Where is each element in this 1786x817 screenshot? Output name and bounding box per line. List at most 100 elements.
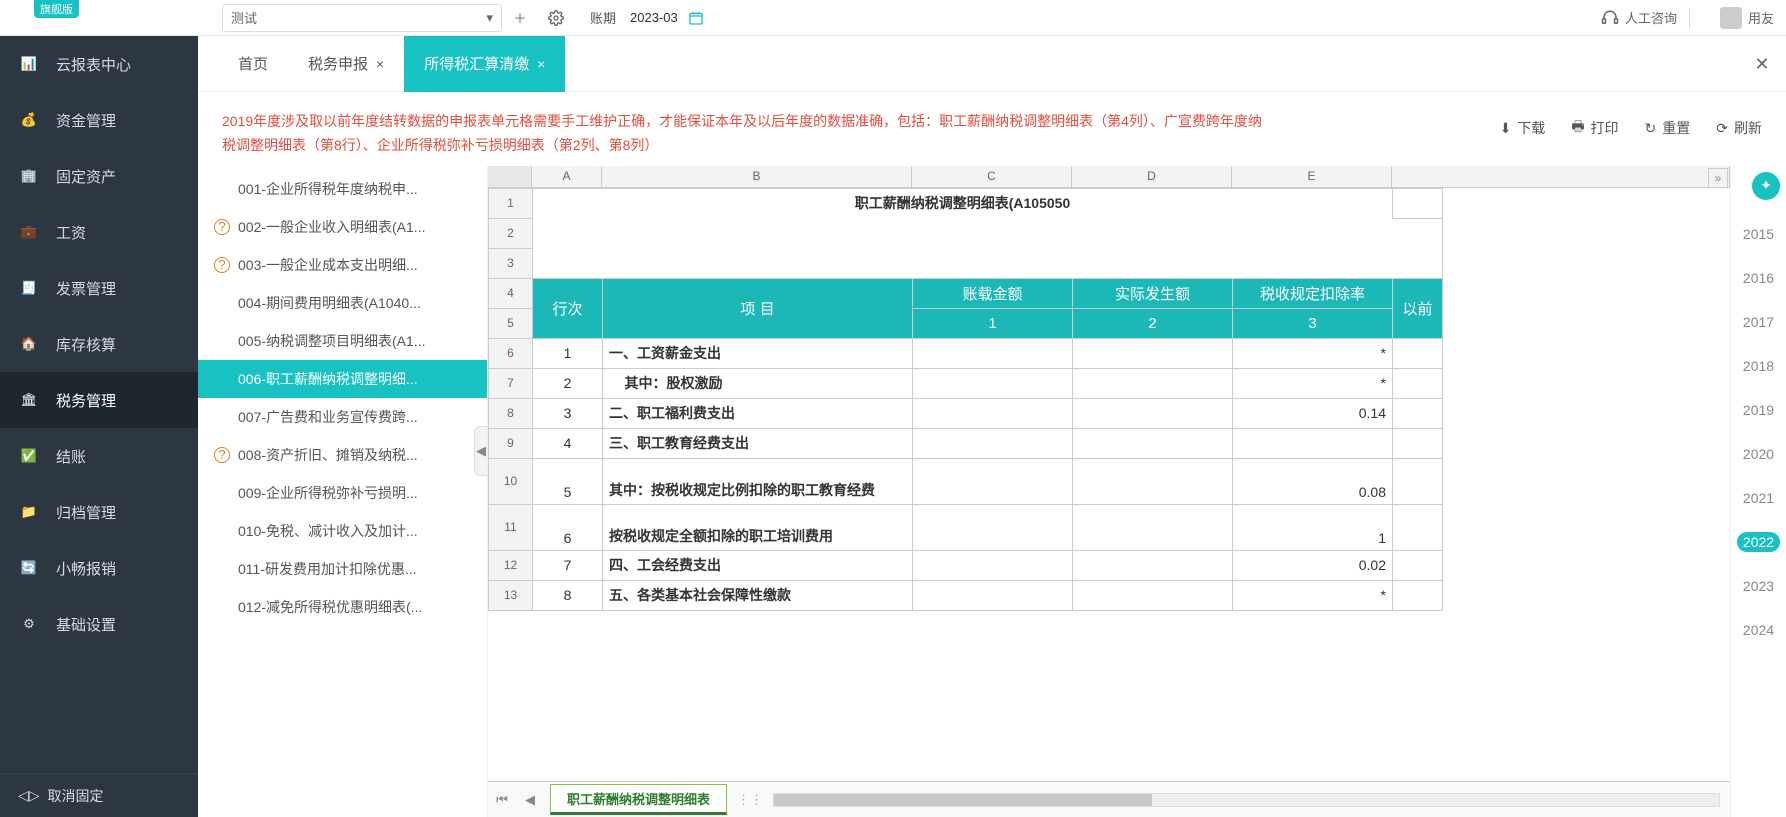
form-item-1[interactable]: ?002-一般企业收入明细表(A1... [198,208,487,246]
sheet-tab[interactable]: 职工薪酬纳税调整明细表 [550,784,727,815]
year-2023[interactable]: 2023 [1737,576,1780,596]
cell[interactable] [1073,458,1233,504]
cell[interactable] [1073,368,1233,398]
form-list-collapse[interactable]: ◀ [474,426,488,476]
row-header-10[interactable]: 10 [489,458,533,504]
cell[interactable]: 0.08 [1233,458,1393,504]
year-2018[interactable]: 2018 [1737,356,1780,376]
cell[interactable] [1233,428,1393,458]
cell[interactable] [913,368,1073,398]
cell[interactable]: 二、职工福利费支出 [603,398,913,428]
user-menu[interactable]: 用友 [1720,7,1774,29]
year-2015[interactable]: 2015 [1737,224,1780,244]
col-header-C[interactable]: C [912,166,1072,187]
sidebar-item-10[interactable]: ⚙基础设置 [0,596,198,652]
cell[interactable] [913,398,1073,428]
refresh-button[interactable]: ⟳刷新 [1716,118,1762,138]
close-icon[interactable]: × [376,56,384,72]
cell[interactable]: 1 [533,338,603,368]
sidebar-item-3[interactable]: 💼工资 [0,204,198,260]
sidebar-item-8[interactable]: 📁归档管理 [0,484,198,540]
cell[interactable] [1073,550,1233,580]
col-header-A[interactable]: A [532,166,602,187]
consult-button[interactable]: 人工咨询 [1601,8,1677,27]
cell[interactable]: 其中：按税收规定比例扣除的职工教育经费 [603,458,913,504]
sidebar-item-6[interactable]: 🏛税务管理 [0,372,198,428]
cell[interactable] [1073,398,1233,428]
year-2024[interactable]: 2024 [1737,620,1780,640]
cell[interactable]: 2 [533,368,603,398]
tab-1[interactable]: 税务申报× [288,36,404,92]
gear-icon[interactable] [542,4,570,32]
tab-2[interactable]: 所得税汇算清缴× [404,36,565,92]
tenant-dropdown[interactable]: 测试 ▾ [222,4,502,32]
sidebar-unpin[interactable]: ◁▷ 取消固定 [0,773,198,817]
sidebar-item-4[interactable]: 🧾发票管理 [0,260,198,316]
row-header-8[interactable]: 8 [489,398,533,428]
sidebar-item-1[interactable]: 💰资金管理 [0,92,198,148]
sidebar-item-9[interactable]: 🔄小畅报销 [0,540,198,596]
row-header-6[interactable]: 6 [489,338,533,368]
cell[interactable] [1393,580,1443,610]
cell[interactable] [913,504,1073,550]
reset-button[interactable]: ↻重置 [1645,118,1691,138]
col-header-E[interactable]: E [1232,166,1392,187]
sidebar-item-2[interactable]: 🏢固定资产 [0,148,198,204]
year-2022[interactable]: 2022 [1737,532,1780,552]
cell[interactable]: 7 [533,550,603,580]
row-header-12[interactable]: 12 [489,550,533,580]
help-bubble-icon[interactable]: ✦ [1752,172,1780,200]
cell[interactable]: 5 [533,458,603,504]
close-all-tabs[interactable]: ✕ [1748,50,1776,78]
form-item-2[interactable]: ?003-一般企业成本支出明细... [198,246,487,284]
cell[interactable]: 其中：股权激励 [603,368,913,398]
row-header-7[interactable]: 7 [489,368,533,398]
form-item-7[interactable]: ?008-资产折旧、摊销及纳税... [198,436,487,474]
form-item-6[interactable]: 007-广告费和业务宣传费跨... [198,398,487,436]
cell[interactable]: 8 [533,580,603,610]
cell[interactable] [1393,458,1443,504]
sidebar-item-7[interactable]: ✅结账 [0,428,198,484]
cell[interactable]: 0.02 [1233,550,1393,580]
cell[interactable] [1393,338,1443,368]
cell[interactable]: 4 [533,428,603,458]
row-header-1[interactable]: 1 [489,188,533,218]
row-header-11[interactable]: 11 [489,504,533,550]
form-item-5[interactable]: 006-职工薪酬纳税调整明细... [198,360,487,398]
cell[interactable] [913,428,1073,458]
cell[interactable]: 3 [533,398,603,428]
form-item-0[interactable]: 001-企业所得税年度纳税申... [198,170,487,208]
row-header-2[interactable]: 2 [489,218,533,248]
sheet-nav-prev[interactable]: ◀ [516,786,544,814]
cell[interactable] [1393,550,1443,580]
cell[interactable] [913,338,1073,368]
form-item-11[interactable]: 012-减免所得税优惠明细表(... [198,588,487,626]
row-header-3[interactable]: 3 [489,248,533,278]
form-item-10[interactable]: 011-研发费用加计扣除优惠... [198,550,487,588]
cell[interactable]: 三、职工教育经费支出 [603,428,913,458]
calendar-icon[interactable] [688,10,704,26]
sheet-drag-handle[interactable]: ⋮⋮ [737,792,763,808]
col-header-B[interactable]: B [602,166,912,187]
form-item-4[interactable]: 005-纳税调整项目明细表(A1... [198,322,487,360]
cell[interactable] [1073,338,1233,368]
year-2017[interactable]: 2017 [1737,312,1780,332]
cell[interactable]: 一、工资薪金支出 [603,338,913,368]
year-2016[interactable]: 2016 [1737,268,1780,288]
sidebar-item-0[interactable]: 📊云报表中心 [0,36,198,92]
row-header-13[interactable]: 13 [489,580,533,610]
form-item-8[interactable]: 009-企业所得税弥补亏损明... [198,474,487,512]
cell[interactable] [1393,368,1443,398]
cell[interactable] [913,550,1073,580]
tab-0[interactable]: 首页 [218,36,288,92]
cell[interactable] [1073,580,1233,610]
cell[interactable] [1073,504,1233,550]
year-2019[interactable]: 2019 [1737,400,1780,420]
plus-icon[interactable]: ＋ [506,4,534,32]
cell[interactable] [1073,428,1233,458]
year-2020[interactable]: 2020 [1737,444,1780,464]
cell[interactable] [1393,398,1443,428]
row-header-5[interactable]: 5 [489,308,533,338]
cell[interactable]: * [1233,580,1393,610]
expand-icon[interactable]: » [1708,168,1728,188]
